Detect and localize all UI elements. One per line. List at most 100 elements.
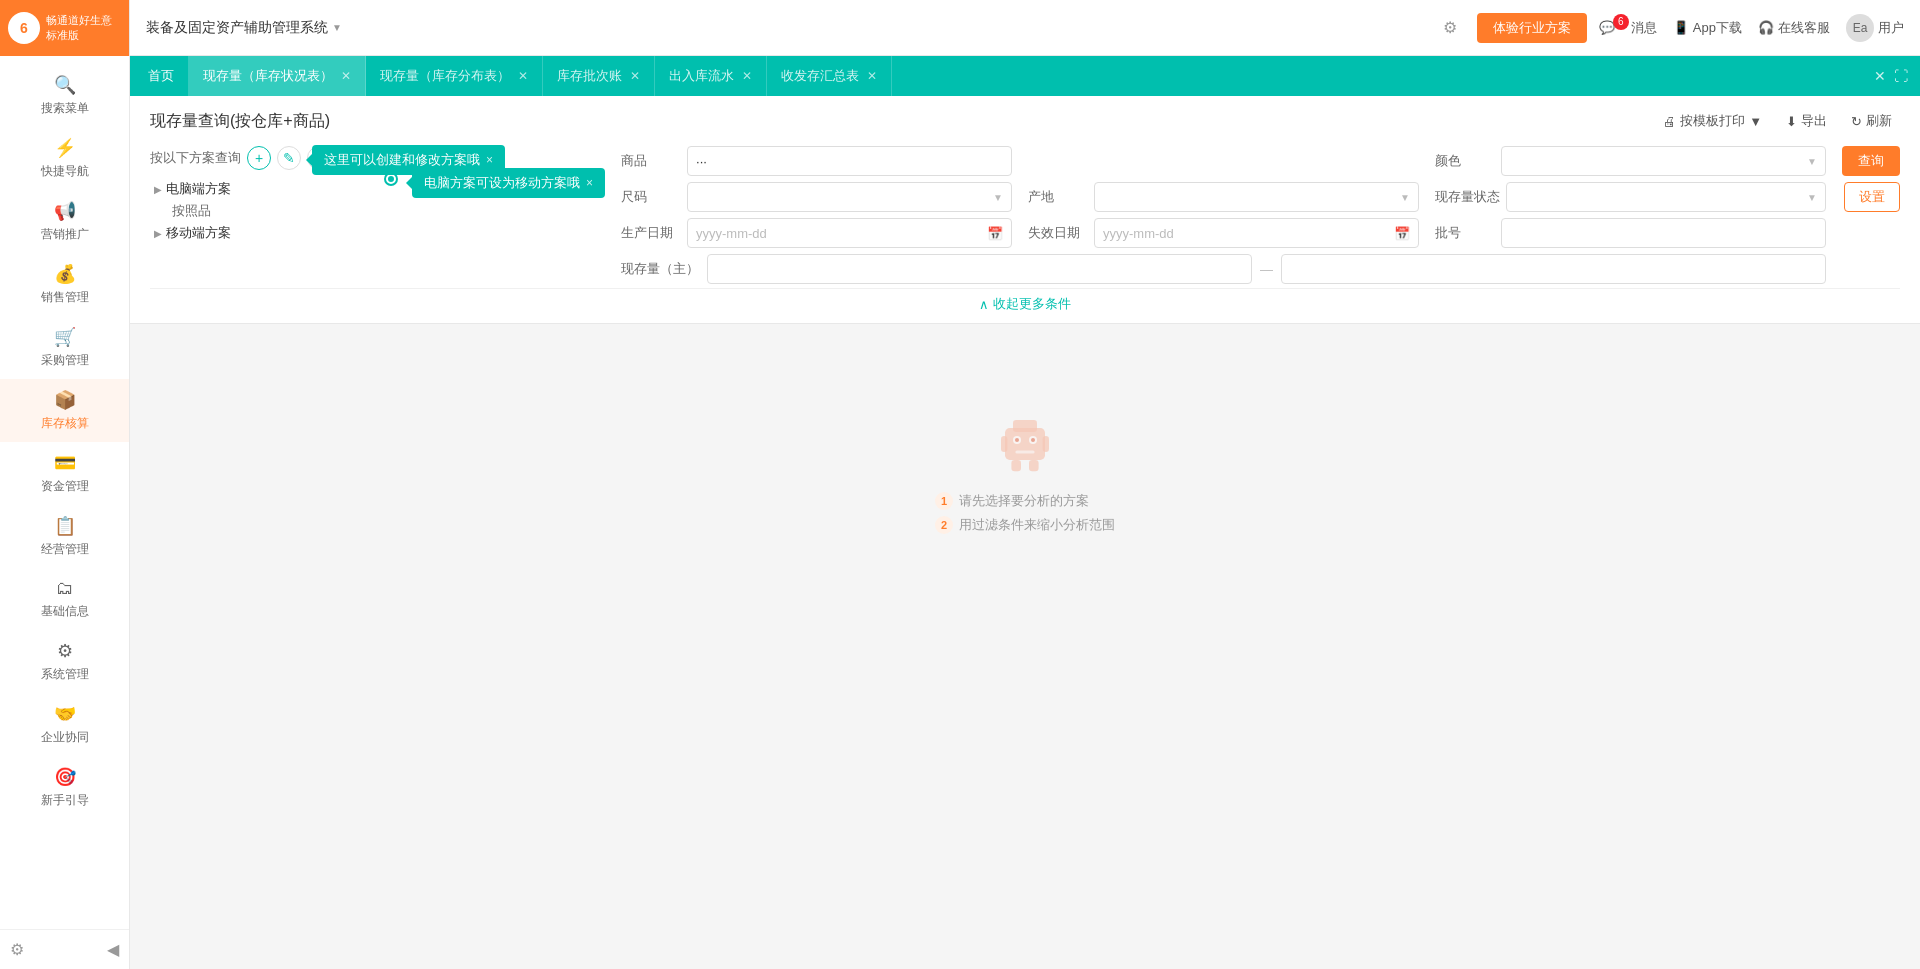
sidebar-item-sales[interactable]: 💰 销售管理 xyxy=(0,253,129,316)
inv-status-select[interactable]: ▼ xyxy=(1506,182,1826,212)
topbar-settings-icon[interactable]: ⚙ xyxy=(1443,18,1457,37)
app-selector-arrow: ▼ xyxy=(332,22,342,33)
qty-max-input[interactable] xyxy=(1281,254,1826,284)
user-area[interactable]: Ea 用户 xyxy=(1846,14,1904,42)
tabbar-right: ✕ ⛶ xyxy=(1874,68,1916,84)
sidebar-item-purchase[interactable]: 🛒 采购管理 xyxy=(0,316,129,379)
app-download-btn[interactable]: 📱 App下载 xyxy=(1673,19,1742,37)
sidebar-item-operations[interactable]: 📋 经营管理 xyxy=(0,505,129,568)
tab-batch-account[interactable]: 库存批次账 ✕ xyxy=(543,56,655,96)
tab-in-out-flow[interactable]: 出入库流水 ✕ xyxy=(655,56,767,96)
mobile-scheme-label[interactable]: 移动端方案 xyxy=(166,224,231,242)
app-name-area: 装备及固定资产辅助管理系统 ▼ xyxy=(146,19,1431,37)
query-buttons: 查询 设置 xyxy=(1842,146,1900,212)
expand-btn[interactable]: ⛶ xyxy=(1894,68,1908,84)
sidebar-item-quick-nav[interactable]: ⚡ 快捷导航 xyxy=(0,127,129,190)
tab-inventory-dist-close[interactable]: ✕ xyxy=(518,69,528,83)
desktop-scheme-subitem[interactable]: 按照品 xyxy=(172,200,370,222)
settings-bottom-icon[interactable]: ⚙ xyxy=(10,940,24,959)
message-btn[interactable]: 💬 6 消息 xyxy=(1599,19,1657,37)
origin-select[interactable]: ▼ xyxy=(1094,182,1419,212)
print-arrow: ▼ xyxy=(1749,114,1762,129)
filter-product: 商品 ··· xyxy=(621,146,1012,176)
sidebar-item-basic[interactable]: 🗂 基础信息 xyxy=(0,568,129,630)
empty-state: 1 请先选择要分析的方案 2 用过滤条件来缩小分析范围 xyxy=(130,324,1920,614)
search-icon: 🔍 xyxy=(54,74,76,96)
purchase-icon: 🛒 xyxy=(54,326,76,348)
size-select[interactable]: ▼ xyxy=(687,182,1012,212)
desktop-scheme-group: ▶ 电脑端方案 xyxy=(154,178,370,200)
sidebar-item-enterprise[interactable]: 🤝 企业协同 xyxy=(0,693,129,756)
tab-collect-summary[interactable]: 收发存汇总表 ✕ xyxy=(767,56,892,96)
sidebar-bottom: ⚙ ◀ xyxy=(0,929,129,969)
product-select[interactable]: ··· xyxy=(687,146,1012,176)
app-selector[interactable]: 装备及固定资产辅助管理系统 ▼ xyxy=(146,19,342,37)
sidebar-item-search[interactable]: 🔍 搜索菜单 xyxy=(0,64,129,127)
tabbar: 首页 现存量（库存状况表） ✕ 现存量（库存分布表） ✕ 库存批次账 ✕ 出入库… xyxy=(130,56,1920,96)
filter-panel: 现存量查询(按仓库+商品) 🖨 按模板打印 ▼ ⬇ 导出 ↻ 刷新 xyxy=(130,96,1920,324)
operations-icon: 📋 xyxy=(54,515,76,537)
sidebar-item-inventory[interactable]: 📦 库存核算 xyxy=(0,379,129,442)
filter-inv-status: 现存量状态 ▼ xyxy=(1435,182,1826,212)
collapse-sidebar-btn[interactable]: ◀ xyxy=(107,940,119,959)
product-dots: ··· xyxy=(696,154,707,169)
desktop-expand-icon[interactable]: ▶ xyxy=(154,184,162,195)
add-scheme-btn[interactable]: + xyxy=(247,146,271,170)
sidebar-item-system[interactable]: ⚙ 系统管理 xyxy=(0,630,129,693)
export-btn[interactable]: ⬇ 导出 xyxy=(1778,108,1835,134)
export-icon: ⬇ xyxy=(1786,114,1797,129)
filter-batch: 批号 xyxy=(1435,218,1826,248)
tab-collect-summary-close[interactable]: ✕ xyxy=(867,69,877,83)
calendar-icon-prod: 📅 xyxy=(987,226,1003,241)
tab-in-out-flow-close[interactable]: ✕ xyxy=(742,69,752,83)
desktop-scheme-label[interactable]: 电脑端方案 xyxy=(166,180,231,198)
message-label: 消息 xyxy=(1631,19,1657,37)
enterprise-icon: 🤝 xyxy=(54,703,76,725)
tab-inventory-status-close[interactable]: ✕ xyxy=(341,69,351,83)
qty-min-input[interactable] xyxy=(707,254,1252,284)
tab-home[interactable]: 首页 xyxy=(134,56,189,96)
tab-inventory-status[interactable]: 现存量（库存状况表） ✕ xyxy=(189,56,366,96)
exp-date-input[interactable]: yyyy-mm-dd 📅 xyxy=(1094,218,1419,248)
size-label: 尺码 xyxy=(621,188,681,206)
trial-btn[interactable]: 体验行业方案 xyxy=(1477,13,1587,43)
sidebar-item-finance[interactable]: 💳 资金管理 xyxy=(0,442,129,505)
batch-input[interactable] xyxy=(1501,218,1826,248)
mobile-expand-icon[interactable]: ▶ xyxy=(154,228,162,239)
color-select[interactable]: ▼ xyxy=(1501,146,1826,176)
sidebar-item-marketing[interactable]: 📢 营销推广 xyxy=(0,190,129,253)
color-label: 颜色 xyxy=(1435,152,1495,170)
query-btn[interactable]: 查询 xyxy=(1842,146,1900,176)
svg-rect-10 xyxy=(1029,460,1039,471)
filter-row-2: 尺码 ▼ 产地 ▼ xyxy=(621,182,1826,212)
reset-btn[interactable]: 设置 xyxy=(1844,182,1900,212)
edit-scheme-btn[interactable]: ✎ 这里可以创建和修改方案哦 × xyxy=(277,146,301,170)
tab-batch-account-close[interactable]: ✕ xyxy=(630,69,640,83)
sidebar-item-guide[interactable]: 🎯 新手引导 xyxy=(0,756,129,819)
scheme-tooltip-close[interactable]: × xyxy=(586,176,593,190)
filter-row-1: 商品 ··· 颜色 ▼ xyxy=(621,146,1826,176)
tab-inventory-status-label: 现存量（库存状况表） xyxy=(203,67,333,85)
svg-rect-7 xyxy=(1001,436,1007,452)
step1-num: 1 xyxy=(935,492,953,510)
close-all-tabs-btn[interactable]: ✕ xyxy=(1874,68,1886,84)
color-arrow: ▼ xyxy=(1807,156,1817,167)
origin-arrow: ▼ xyxy=(1400,192,1410,203)
prod-date-input[interactable]: yyyy-mm-dd 📅 xyxy=(687,218,1012,248)
filter-row-4: 现存量（主） — xyxy=(621,254,1826,284)
page-title: 现存量查询(按仓库+商品) xyxy=(150,111,330,132)
print-btn[interactable]: 🖨 按模板打印 ▼ xyxy=(1655,108,1770,134)
svg-rect-8 xyxy=(1043,436,1049,452)
filter-expiry-date: 失效日期 yyyy-mm-dd 📅 xyxy=(1028,218,1419,248)
edit-tooltip-close[interactable]: × xyxy=(486,153,493,167)
refresh-btn[interactable]: ↻ 刷新 xyxy=(1843,108,1900,134)
tab-in-out-flow-label: 出入库流水 xyxy=(669,67,734,85)
empty-step2: 2 用过滤条件来缩小分析范围 xyxy=(935,516,1115,534)
exp-date-label: 失效日期 xyxy=(1028,224,1088,242)
collapse-btn[interactable]: ∧ 收起更多条件 xyxy=(150,288,1900,319)
inv-status-arrow: ▼ xyxy=(1807,192,1817,203)
online-support-btn[interactable]: 🎧 在线客服 xyxy=(1758,19,1830,37)
qty-separator: — xyxy=(1260,262,1273,277)
svg-point-5 xyxy=(1031,438,1035,442)
tab-inventory-dist[interactable]: 现存量（库存分布表） ✕ xyxy=(366,56,543,96)
